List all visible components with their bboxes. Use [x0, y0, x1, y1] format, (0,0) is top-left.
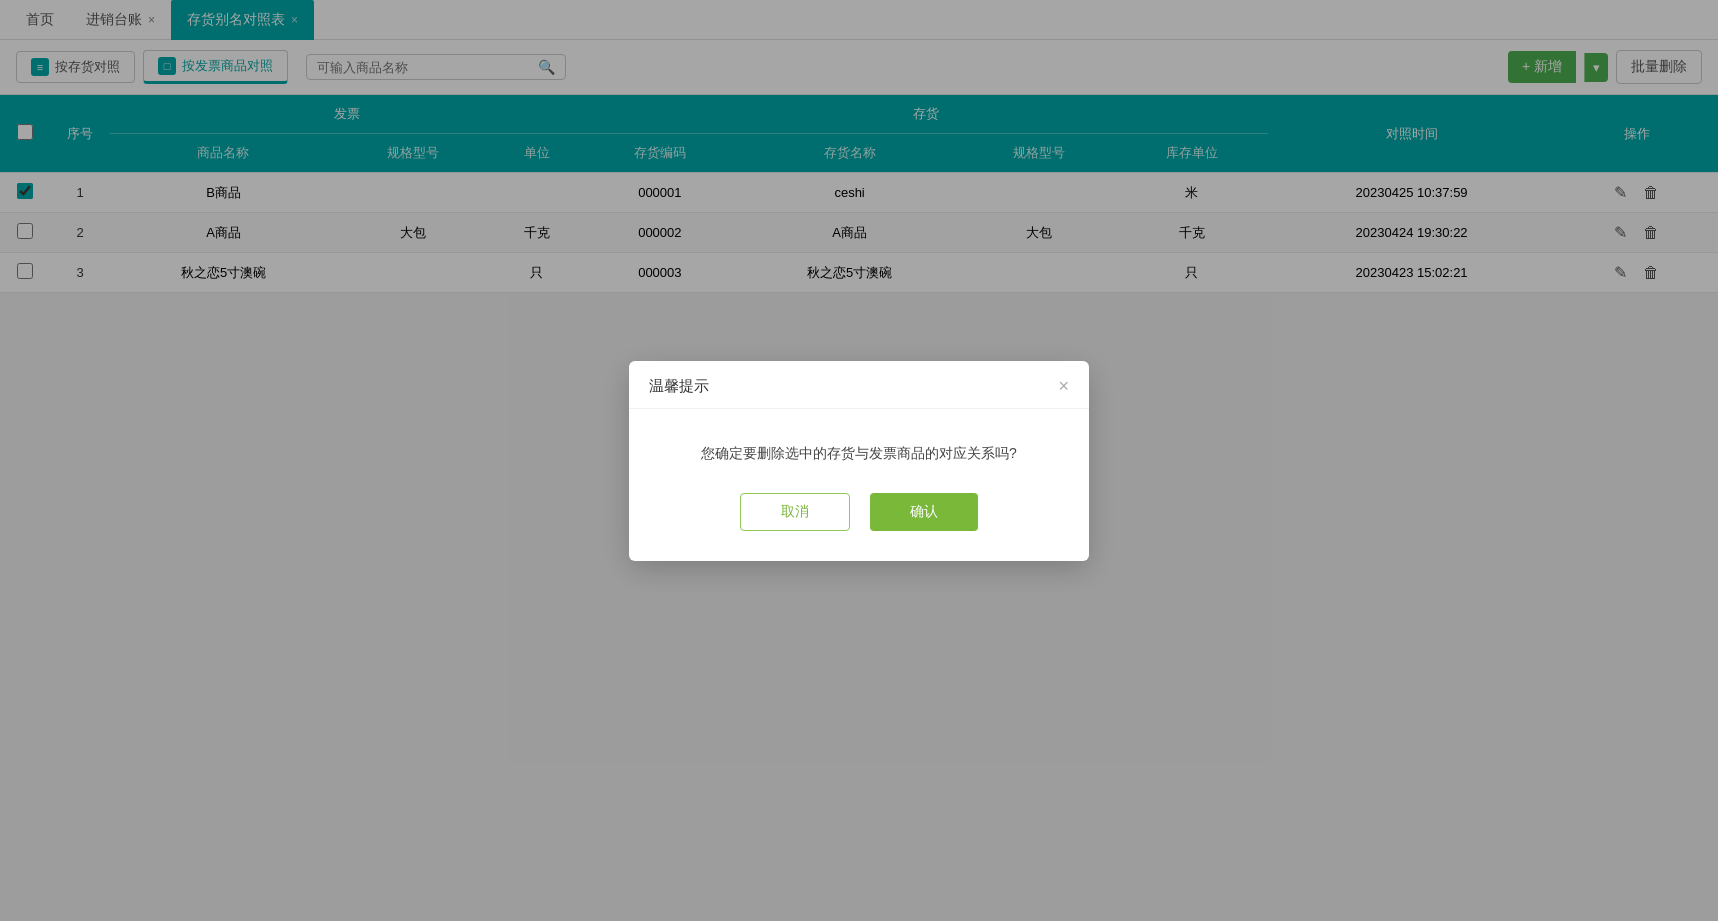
overlay: 温馨提示 × 您确定要删除选中的存货与发票商品的对应关系吗? 取消 确认	[0, 0, 1718, 293]
